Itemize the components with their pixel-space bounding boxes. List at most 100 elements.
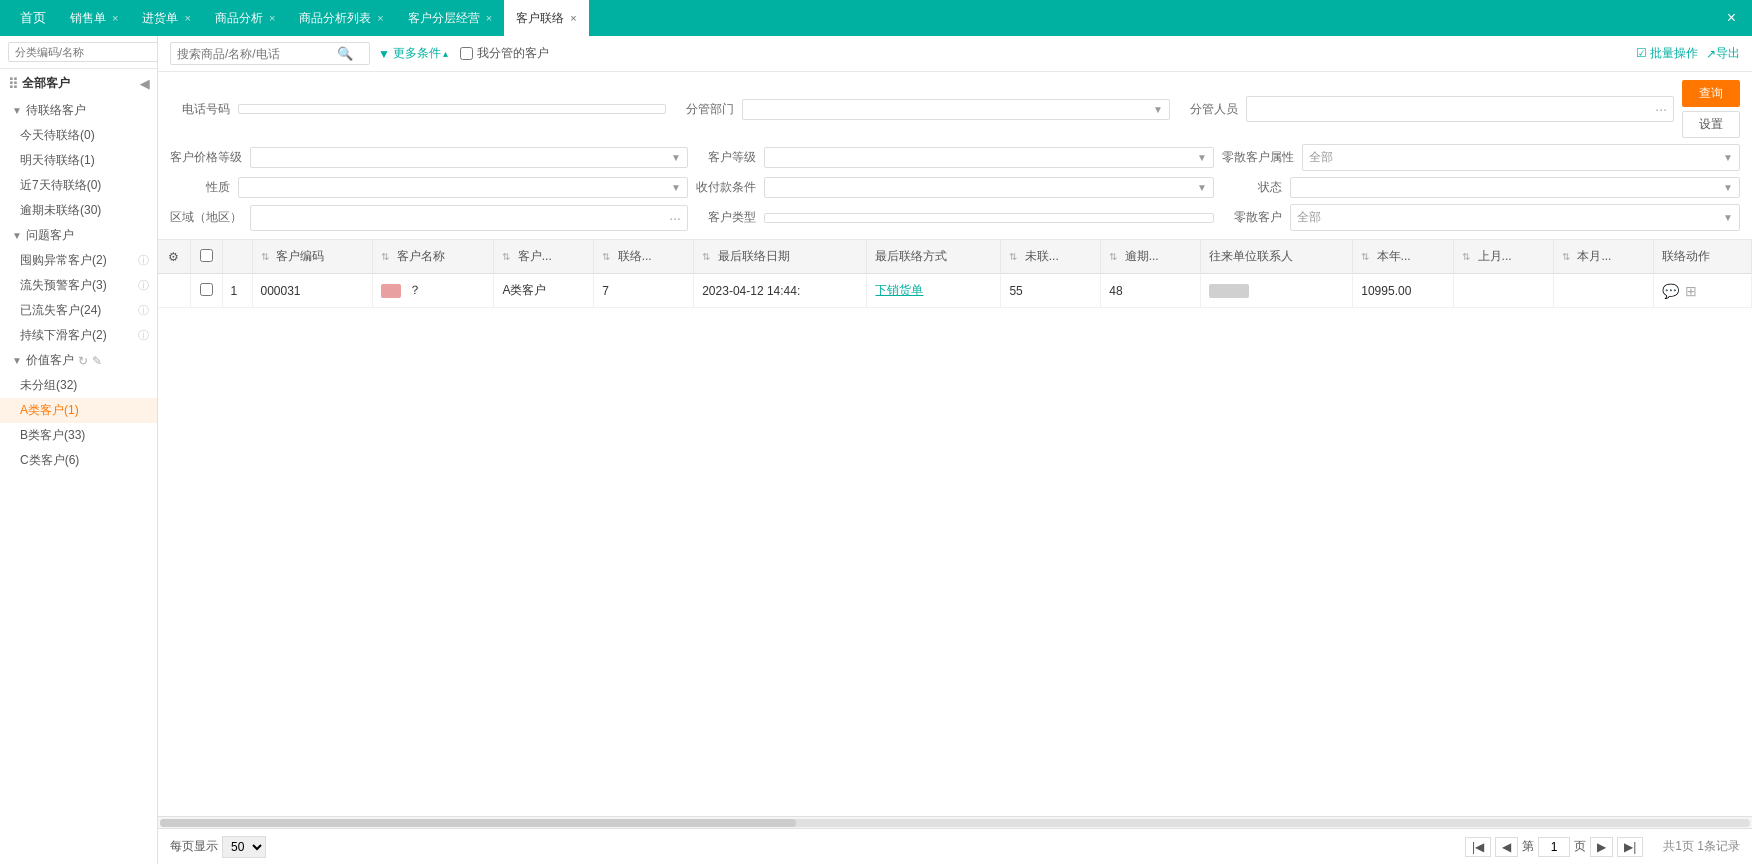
row-checkbox-cell[interactable] (190, 274, 222, 308)
page-number-input[interactable] (1538, 837, 1570, 857)
overdue-column-header[interactable]: ⇅ 逾期... (1101, 240, 1201, 274)
setting-button[interactable]: 设置 (1682, 111, 1740, 138)
search-icon[interactable]: 🔍 (337, 46, 353, 61)
last-method-link[interactable]: 下销货单 (875, 283, 923, 297)
dept-dropdown[interactable]: ▼ (742, 99, 1170, 120)
retail-attr-dropdown[interactable]: 全部 ▼ (1302, 144, 1740, 171)
last-month-column-header[interactable]: ⇅ 上月... (1454, 240, 1554, 274)
group-problem-customers[interactable]: ▼ 问题客户 (0, 223, 157, 248)
info-icon[interactable]: ⓘ (138, 253, 149, 268)
payment-dropdown[interactable]: ▼ (764, 177, 1214, 198)
status-dropdown[interactable]: ▼ (1290, 177, 1740, 198)
next-page-button[interactable]: ▶ (1590, 837, 1613, 857)
close-icon[interactable]: × (184, 12, 190, 24)
horizontal-scrollbar[interactable] (158, 816, 1752, 828)
sidebar-item-declining[interactable]: 持续下滑客户(2) ⓘ (0, 323, 157, 348)
sidebar-item-class-a[interactable]: A类客户(1) (0, 398, 157, 423)
close-icon[interactable]: × (486, 12, 492, 24)
region-input[interactable]: ··· (250, 205, 688, 231)
row-checkbox[interactable] (200, 283, 213, 296)
select-all-checkbox[interactable] (200, 249, 213, 262)
col-label: 联络动作 (1662, 249, 1710, 263)
name-column-header[interactable]: ⇅ 客户名称 (373, 240, 494, 274)
row-name-cell[interactable]: ？ (373, 274, 494, 308)
sidebar-item-class-c[interactable]: C类客户(6) (0, 448, 157, 473)
nav-tab-customer-seg[interactable]: 客户分层经营 × (396, 0, 504, 36)
this-year-column-header[interactable]: ⇅ 本年... (1353, 240, 1454, 274)
unit-contact-column-header[interactable]: 往来单位联系人 (1201, 240, 1353, 274)
more-conditions-btn[interactable]: ▼ 更多条件 ▴ (378, 45, 448, 62)
this-month-column-header[interactable]: ⇅ 本月... (1554, 240, 1654, 274)
nav-home[interactable]: 首页 (8, 0, 58, 36)
all-customers-header[interactable]: ⠿ 全部客户 ◀ (0, 69, 157, 98)
all-customers-label: 全部客户 (22, 75, 70, 92)
close-icon[interactable]: × (112, 12, 118, 24)
global-close-button[interactable]: × (1719, 9, 1744, 27)
batch-op-btn[interactable]: ☑ 批量操作 (1636, 45, 1698, 62)
scrollbar-thumb[interactable] (160, 819, 796, 827)
page-size-dropdown[interactable]: 50 (222, 836, 266, 858)
sidebar-item-hoarding[interactable]: 囤购异常客户(2) ⓘ (0, 248, 157, 273)
last-method-column-header[interactable]: 最后联络方式 (867, 240, 1001, 274)
sidebar-item-7days[interactable]: 近7天待联络(0) (0, 173, 157, 198)
info-icon[interactable]: ⓘ (138, 303, 149, 318)
group-pending-contact[interactable]: ▼ 待联络客户 (0, 98, 157, 123)
search-box[interactable]: 🔍 (170, 42, 370, 65)
sidebar-item-today[interactable]: 今天待联络(0) (0, 123, 157, 148)
info-icon[interactable]: ⓘ (138, 328, 149, 343)
close-icon[interactable]: × (269, 12, 275, 24)
collapse-icon[interactable]: ◀ (140, 77, 149, 91)
export-btn[interactable]: ↗ 导出 (1706, 45, 1740, 62)
query-button[interactable]: 查询 (1682, 80, 1740, 107)
code-column-header[interactable]: ⇅ 客户编码 (252, 240, 373, 274)
close-icon[interactable]: × (570, 12, 576, 24)
contact-column-header[interactable]: ⇅ 联络... (594, 240, 694, 274)
sidebar-item-loss-warning[interactable]: 流失预警客户(3) ⓘ (0, 273, 157, 298)
nav-tab-analysis[interactable]: 商品分析 × (203, 0, 287, 36)
col-sort-icon: ⇅ (261, 251, 269, 262)
sidebar-item-unclassified[interactable]: 未分组(32) (0, 373, 157, 398)
close-icon[interactable]: × (377, 12, 383, 24)
prev-page-button[interactable]: ◀ (1495, 837, 1518, 857)
my-customers-checkbox-label[interactable]: 我分管的客户 (460, 45, 549, 62)
price-level-dropdown[interactable]: ▼ (250, 147, 688, 168)
sidebar-search-input[interactable] (8, 42, 158, 62)
message-icon[interactable]: 💬 (1662, 283, 1679, 299)
page-size-select: 每页显示 50 (170, 836, 266, 858)
group-value-customers[interactable]: ▼ 价值客户 ↻ ✎ (0, 348, 157, 373)
nav-tab-purchase[interactable]: 进货单 × (130, 0, 202, 36)
sidebar-item-lost[interactable]: 已流失客户(24) ⓘ (0, 298, 157, 323)
name-color-swatch (381, 284, 401, 298)
sidebar-item-overdue[interactable]: 逾期未联络(30) (0, 198, 157, 223)
checkbox-column-header[interactable] (190, 240, 222, 274)
settings-column-header[interactable]: ⚙ (158, 240, 190, 274)
sidebar-item-tomorrow[interactable]: 明天待联络(1) (0, 148, 157, 173)
more-icon[interactable]: ··· (669, 210, 681, 226)
refresh-icon[interactable]: ↻ (78, 354, 88, 368)
last-date-column-header[interactable]: ⇅ 最后联络日期 (694, 240, 867, 274)
nav-tab-sales[interactable]: 销售单 × (58, 0, 130, 36)
no-contact-column-header[interactable]: ⇅ 未联... (1001, 240, 1101, 274)
type-column-header[interactable]: ⇅ 客户... (494, 240, 594, 274)
nature-dropdown[interactable]: ▼ (238, 177, 688, 198)
retail-customer-dropdown[interactable]: 全部 ▼ (1290, 204, 1740, 231)
info-icon[interactable]: ⓘ (138, 278, 149, 293)
my-customers-checkbox[interactable] (460, 47, 473, 60)
customer-level-dropdown[interactable]: ▼ (764, 147, 1214, 168)
row-last-method-cell[interactable]: 下销货单 (867, 274, 1001, 308)
manager-input[interactable]: ··· (1246, 96, 1674, 122)
edit-icon[interactable]: ✎ (92, 354, 102, 368)
customer-type-input[interactable] (764, 213, 1214, 223)
more-icon[interactable]: ··· (1655, 101, 1667, 117)
sidebar-item-class-b[interactable]: B类客户(33) (0, 423, 157, 448)
grid-icon[interactable]: ⊞ (1685, 283, 1697, 299)
customer-name[interactable]: ？ (409, 283, 421, 297)
scrollbar-track[interactable] (160, 819, 1750, 827)
first-page-button[interactable]: |◀ (1465, 837, 1491, 857)
nav-tab-customer-contact[interactable]: 客户联络 × (504, 0, 588, 36)
nav-tab-analysis-list[interactable]: 商品分析列表 × (287, 0, 395, 36)
phone-input[interactable] (238, 104, 666, 114)
last-page-button[interactable]: ▶| (1617, 837, 1643, 857)
table-container: ⚙ ⇅ 客户编码 ⇅ 客户名称 (158, 240, 1752, 816)
search-input[interactable] (177, 47, 337, 61)
